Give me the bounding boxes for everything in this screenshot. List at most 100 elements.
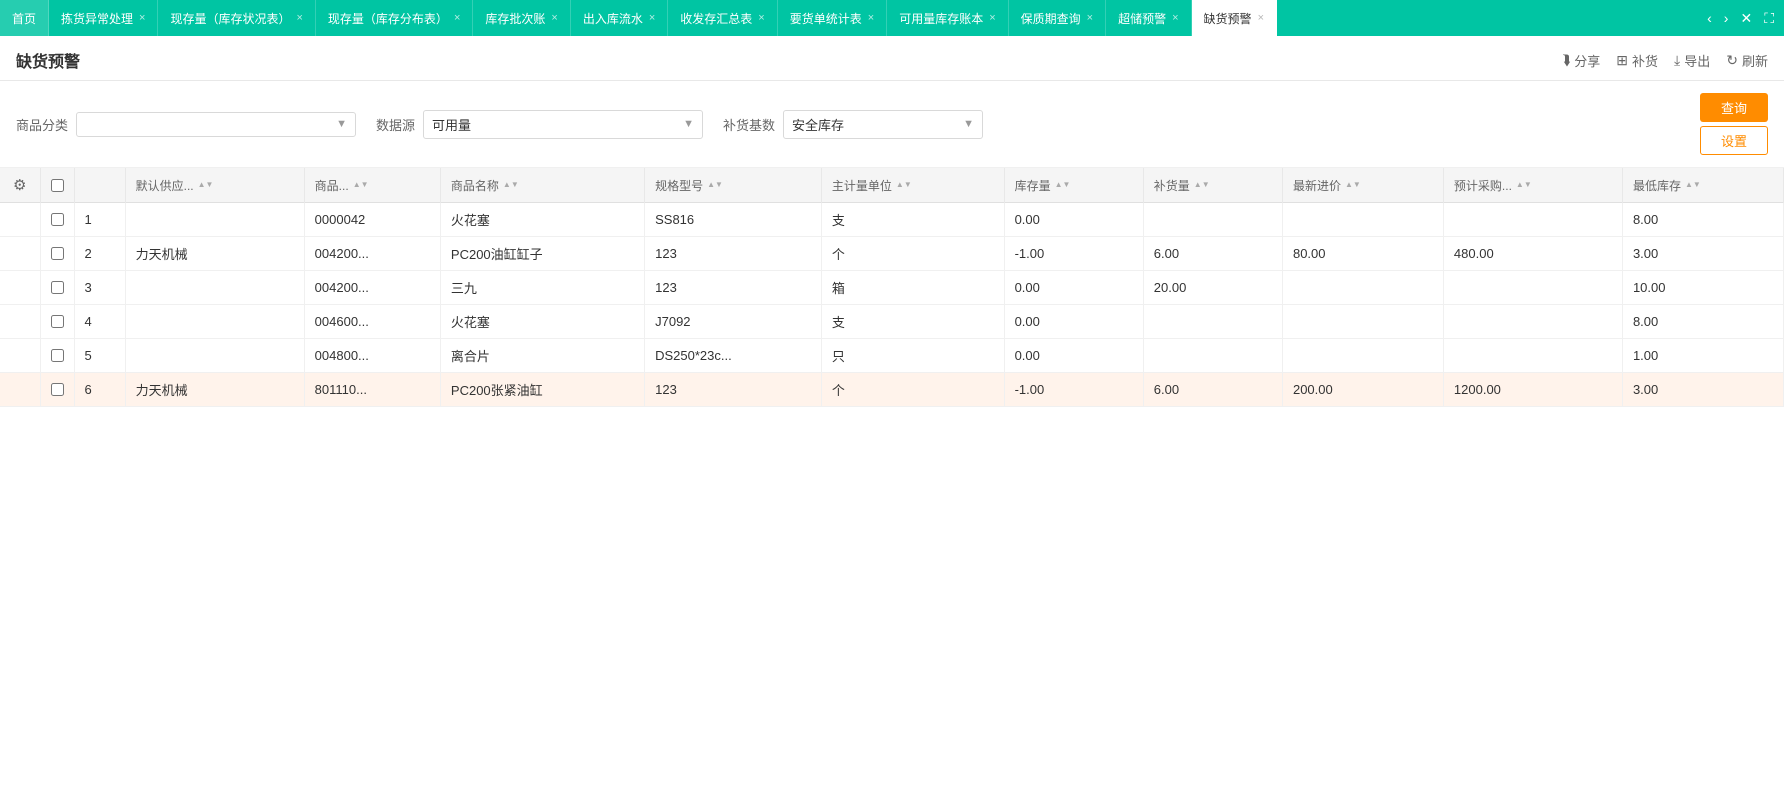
category-select[interactable]: ▼ — [76, 112, 356, 137]
cell-replenish-0 — [1143, 203, 1282, 237]
close-tab-inout-flow[interactable]: × — [649, 12, 655, 24]
th-replenish-qty[interactable]: 补货量 ▲▼ — [1143, 168, 1282, 203]
filter-actions: 查询 设置 — [1700, 93, 1768, 155]
cell-settings-0 — [0, 203, 40, 237]
cell-name-4: 离合片 — [440, 339, 644, 373]
th-unit[interactable]: 主计量单位 ▲▼ — [821, 168, 1004, 203]
datasource-arrow-icon: ▼ — [683, 118, 694, 130]
close-tab-exception[interactable]: × — [139, 12, 145, 24]
datasource-label: 数据源 — [376, 115, 415, 134]
export-label: 导出 — [1684, 51, 1710, 70]
cell-rownum-5: 6 — [74, 373, 125, 407]
cell-rownum-0: 1 — [74, 203, 125, 237]
cell-est-3 — [1443, 305, 1622, 339]
nav-tab-home[interactable]: 首页 — [0, 0, 49, 36]
nav-tab-batch-account[interactable]: 库存批次账× — [473, 0, 570, 36]
cell-spec-2: 123 — [645, 271, 822, 305]
close-tab-order-stats[interactable]: × — [868, 12, 874, 24]
select-all-checkbox[interactable] — [51, 179, 64, 192]
th-default-supplier[interactable]: 默认供应... ▲▼ — [125, 168, 304, 203]
cell-replenish-3 — [1143, 305, 1282, 339]
cell-unit-2: 箱 — [821, 271, 1004, 305]
table-head: ⚙ 默认供应... ▲▼ — [0, 168, 1784, 203]
cell-stock-4: 0.00 — [1004, 339, 1143, 373]
settings-button[interactable]: 设置 — [1700, 126, 1768, 155]
settings-gear-icon[interactable]: ⚙ — [13, 177, 26, 194]
close-tab-inventory-status[interactable]: × — [296, 12, 302, 24]
nav-tab-receive-summary[interactable]: 收发存汇总表× — [668, 0, 777, 36]
close-tab-batch-account[interactable]: × — [551, 12, 557, 24]
cell-replenish-2: 20.00 — [1143, 271, 1282, 305]
nav-tab-shortage[interactable]: 缺货预警× — [1192, 0, 1277, 36]
close-tab-expiry-query[interactable]: × — [1087, 12, 1093, 24]
row-checkbox-1[interactable] — [51, 247, 64, 260]
refresh-action[interactable]: ↻ 刷新 — [1726, 51, 1768, 70]
th-spec[interactable]: 规格型号 ▲▼ — [645, 168, 822, 203]
cell-rownum-3: 4 — [74, 305, 125, 339]
cell-est-4 — [1443, 339, 1622, 373]
share-action[interactable]: ⮯ 分享 — [1562, 51, 1600, 70]
close-tab-inventory-dist[interactable]: × — [454, 12, 460, 24]
sort-name-icon: ▲▼ — [503, 181, 519, 189]
cell-checkbox-4 — [40, 339, 74, 373]
cell-price-1: 80.00 — [1282, 237, 1443, 271]
export-icon: ⤓ — [1674, 52, 1680, 69]
cell-min-4: 1.00 — [1622, 339, 1783, 373]
close-tab-receive-summary[interactable]: × — [758, 12, 764, 24]
row-checkbox-4[interactable] — [51, 349, 64, 362]
nav-close-btn[interactable]: ✕ — [1734, 6, 1758, 31]
cell-min-5: 3.00 — [1622, 373, 1783, 407]
row-checkbox-5[interactable] — [51, 383, 64, 396]
top-nav: 首页拣货异常处理×现存量（库存状况表）×现存量（库存分布表）×库存批次账×出入库… — [0, 0, 1784, 36]
cell-rownum-4: 5 — [74, 339, 125, 373]
row-checkbox-2[interactable] — [51, 281, 64, 294]
th-stock-qty[interactable]: 库存量 ▲▼ — [1004, 168, 1143, 203]
nav-tab-exception[interactable]: 拣货异常处理× — [49, 0, 158, 36]
th-min-stock[interactable]: 最低库存 ▲▼ — [1622, 168, 1783, 203]
nav-tab-inventory-dist[interactable]: 现存量（库存分布表）× — [316, 0, 473, 36]
cell-code-1: 004200... — [304, 237, 440, 271]
nav-tab-order-stats[interactable]: 要货单统计表× — [778, 0, 887, 36]
cell-price-0 — [1282, 203, 1443, 237]
close-tab-available-ledger[interactable]: × — [989, 12, 995, 24]
th-est-purchase[interactable]: 预计采购... ▲▼ — [1443, 168, 1622, 203]
page-title: 缺货预警 — [16, 48, 80, 72]
row-checkbox-3[interactable] — [51, 315, 64, 328]
nav-tab-available-ledger[interactable]: 可用量库存账本× — [887, 0, 1008, 36]
nav-next-btn[interactable]: › — [1718, 6, 1735, 30]
export-action[interactable]: ⤓ 导出 — [1674, 51, 1710, 70]
cell-spec-0: SS816 — [645, 203, 822, 237]
datasource-select[interactable]: 可用量 ▼ — [423, 110, 703, 139]
cell-name-0: 火花塞 — [440, 203, 644, 237]
cell-supplier-4 — [125, 339, 304, 373]
table-row: 2 力天机械 004200... PC200油缸缸子 123 个 -1.00 6… — [0, 237, 1784, 271]
nav-tab-inout-flow[interactable]: 出入库流水× — [571, 0, 668, 36]
query-button[interactable]: 查询 — [1700, 93, 1768, 122]
data-table: ⚙ 默认供应... ▲▼ — [0, 168, 1784, 407]
cell-code-0: 0000042 — [304, 203, 440, 237]
category-filter-group: 商品分类 ▼ — [16, 112, 356, 137]
cell-min-3: 8.00 — [1622, 305, 1783, 339]
nav-tab-inventory-status[interactable]: 现存量（库存状况表）× — [158, 0, 315, 36]
th-goods-name[interactable]: 商品名称 ▲▼ — [440, 168, 644, 203]
replenish-action[interactable]: ⊞ 补货 — [1616, 51, 1658, 70]
refresh-label: 刷新 — [1742, 51, 1768, 70]
datasource-value: 可用量 — [432, 115, 471, 134]
th-latest-price[interactable]: 最新进价 ▲▼ — [1282, 168, 1443, 203]
close-tab-overstock[interactable]: × — [1172, 12, 1178, 24]
nav-tab-expiry-query[interactable]: 保质期查询× — [1009, 0, 1106, 36]
cell-name-2: 三九 — [440, 271, 644, 305]
row-checkbox-0[interactable] — [51, 213, 64, 226]
th-checkbox — [40, 168, 74, 203]
cell-spec-5: 123 — [645, 373, 822, 407]
nav-prev-btn[interactable]: ‹ — [1701, 6, 1718, 30]
cell-settings-5 — [0, 373, 40, 407]
close-tab-shortage[interactable]: × — [1258, 12, 1264, 24]
replenish-base-select[interactable]: 安全库存 ▼ — [783, 110, 983, 139]
cell-checkbox-0 — [40, 203, 74, 237]
nav-fullscreen-btn[interactable]: ⛶ — [1758, 6, 1780, 31]
nav-tab-overstock[interactable]: 超储预警× — [1106, 0, 1191, 36]
cell-min-2: 10.00 — [1622, 271, 1783, 305]
cell-unit-1: 个 — [821, 237, 1004, 271]
th-goods-code[interactable]: 商品... ▲▼ — [304, 168, 440, 203]
